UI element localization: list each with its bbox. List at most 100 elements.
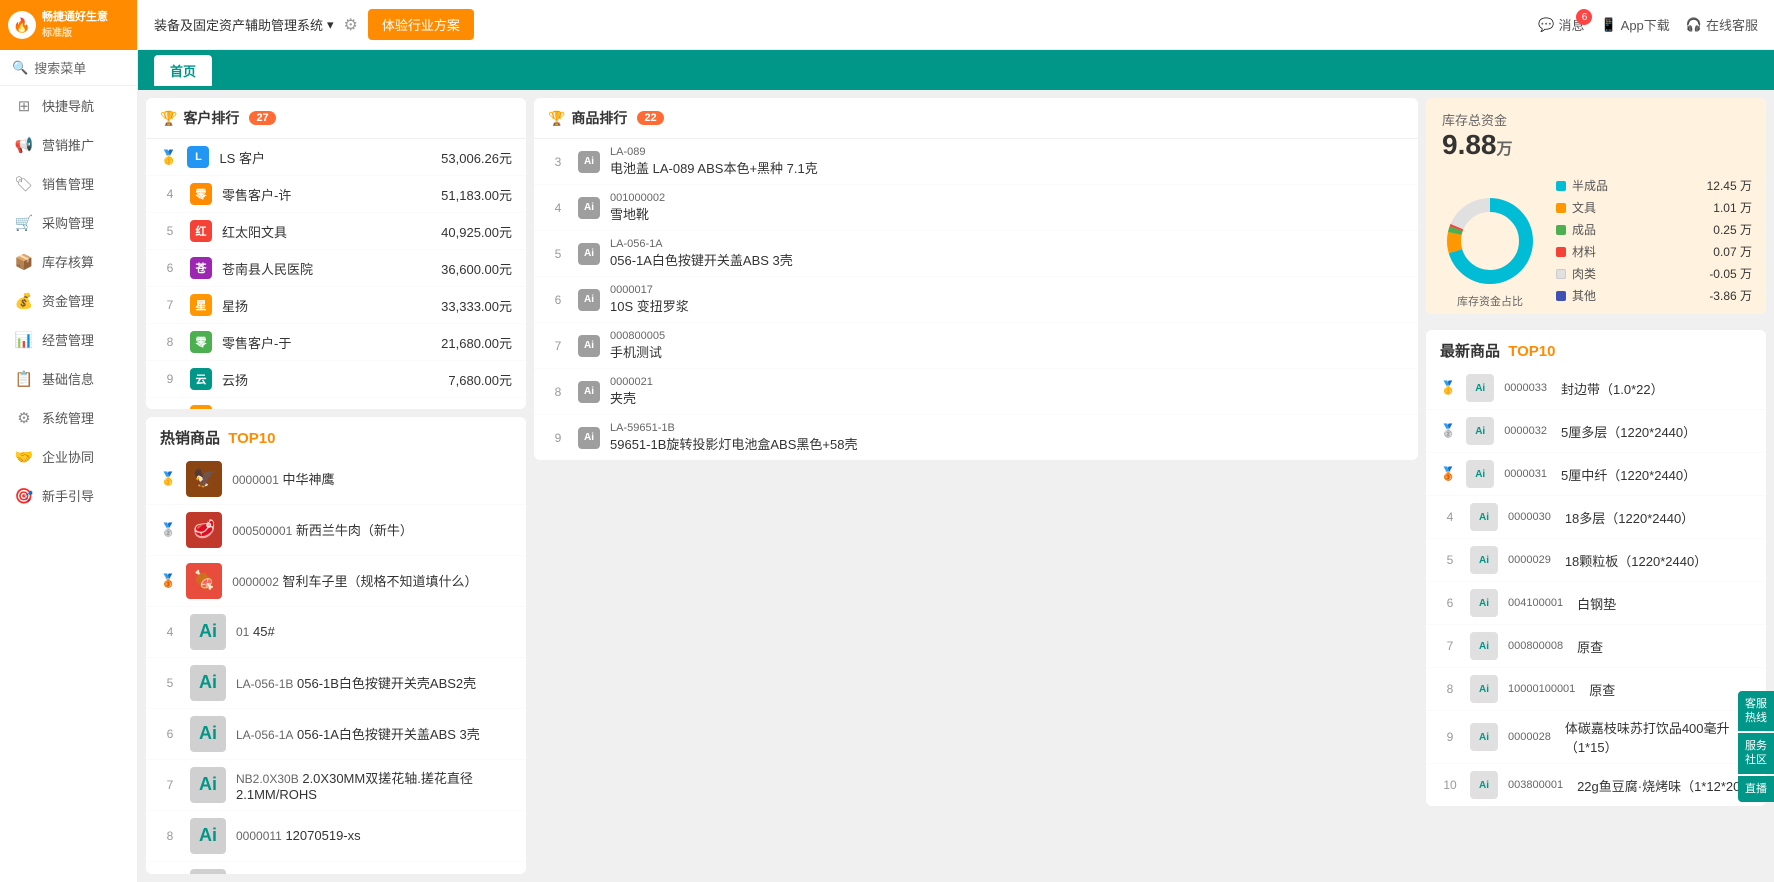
messages-btn[interactable]: 💬 消息 6 xyxy=(1538,15,1584,34)
new-thumb-2: Ai xyxy=(1466,417,1494,445)
hot-product-name-2: 新西兰牛肉（新牛） xyxy=(296,523,413,538)
new-name-3: 5厘中纤（1220*2440） xyxy=(1561,465,1752,484)
tab-home[interactable]: 首页 xyxy=(154,55,212,86)
new-product-row-7: 7 Ai 000800008 原查 xyxy=(1426,625,1766,668)
customer-row-4: 4 零 零售客户-许 51,183.00元 xyxy=(146,176,526,213)
product-row-5: 5 Ai LA-056-1A 056-1A白色按键开关盖ABS 3壳 xyxy=(534,231,1418,277)
new-thumb-9: Ai xyxy=(1470,723,1498,751)
hot-product-thumb-2: 🥩 xyxy=(186,512,222,548)
legend-name-1: 文具 xyxy=(1572,199,1707,216)
customer-ranking-card: 🏆 客户排行 27 🥇 L LS 客户 53,006.26元 4 xyxy=(146,98,526,409)
new-trophy-2: 🥈 xyxy=(1440,423,1456,439)
new-name-9: 体碳嘉枝味苏打饮品400毫升（1*15） xyxy=(1565,718,1752,756)
legend-dot-5 xyxy=(1556,291,1566,301)
sidebar-item-shortcuts[interactable]: ⊞ 快捷导航 xyxy=(0,86,137,125)
hot-product-row-4: 4 Ai 01 45# xyxy=(146,607,526,658)
customer-amount-1: 53,006.26元 xyxy=(441,148,512,167)
new-code-7: 000800008 xyxy=(1508,640,1563,652)
prod-name-7: 手机测试 xyxy=(610,342,1404,361)
hot-trophy-3: 🥉 xyxy=(160,573,176,589)
basics-label: 基础信息 xyxy=(42,369,94,388)
sidebar-item-marketing[interactable]: 📢 营销推广 xyxy=(0,125,137,164)
header: 装备及固定资产辅助管理系统 ▾ ⚙ 体验行业方案 💬 消息 6 📱 App下载 … xyxy=(138,0,1774,50)
legend-item-0: 半成品 12.45 万 xyxy=(1556,177,1752,194)
new-product-row-6: 6 Ai 004100001 白钢垫 xyxy=(1426,582,1766,625)
message-icon: 💬 xyxy=(1538,17,1554,33)
cs-hotline-btn[interactable]: 客服热线 xyxy=(1738,691,1774,732)
customer-badge-1: L xyxy=(187,146,209,168)
legend-val-3: 0.07 万 xyxy=(1713,243,1752,260)
hot-product-info-3: 0000002 智利车子里（规格不知道填什么） xyxy=(232,571,512,590)
sidebar-item-purchase[interactable]: 🛒 采购管理 xyxy=(0,203,137,242)
prod-code-5: LA-056-1A xyxy=(610,238,1404,250)
hot-product-code-7: NB2.0X30B xyxy=(236,772,299,786)
trial-button[interactable]: 体验行业方案 xyxy=(368,9,474,40)
settings-icon[interactable]: ⚙ xyxy=(344,15,358,35)
donut-chart: 库存资金占比 xyxy=(1440,191,1540,291)
cs-live-btn[interactable]: 直播 xyxy=(1738,776,1774,802)
customer-amount-8: 21,680.00元 xyxy=(441,333,512,352)
operations-icon: 📊 xyxy=(14,331,34,349)
new-product-row-3: 🥉 Ai 0000031 5厘中纤（1220*2440） xyxy=(1426,453,1766,496)
customer-ranking-header: 🏆 客户排行 27 xyxy=(146,98,526,139)
hot-products-top-label: TOP10 xyxy=(228,430,275,447)
hot-product-row-1: 🥇 🦅 0000001 中华神鹰 xyxy=(146,454,526,505)
headset-icon: 🎧 xyxy=(1686,17,1702,33)
app-download-btn[interactable]: 📱 App下载 xyxy=(1600,15,1669,34)
system-name-dropdown[interactable]: 装备及固定资产辅助管理系统 ▾ xyxy=(154,15,334,34)
hot-product-name-4: 45# xyxy=(253,624,275,639)
sidebar-item-collab[interactable]: 🤝 企业协同 xyxy=(0,437,137,476)
new-trophy-1: 🥇 xyxy=(1440,380,1456,396)
sales-label: 销售管理 xyxy=(42,174,94,193)
product-ranking-title: 商品排行 xyxy=(571,108,627,128)
customer-badge-5: 红 xyxy=(190,220,212,242)
product-ranking-header: 🏆 商品排行 22 xyxy=(534,98,1418,139)
new-products-top-label: TOP10 xyxy=(1508,343,1555,360)
collab-icon: 🤝 xyxy=(14,448,34,466)
rank-num-4: 4 xyxy=(160,187,180,201)
sidebar-item-finance[interactable]: 💰 资金管理 xyxy=(0,281,137,320)
sidebar-item-basics[interactable]: 📋 基础信息 xyxy=(0,359,137,398)
hot-products-card: 热销商品 TOP10 🥇 🦅 0000001 中华神鹰 xyxy=(146,417,526,874)
customer-row-1: 🥇 L LS 客户 53,006.26元 xyxy=(146,139,526,176)
new-rank-4: 4 xyxy=(1440,510,1460,524)
prod-name-3: 电池盖 LA-089 ABS本色+黑种 7.1克 xyxy=(610,158,1404,177)
legend-name-5: 其他 xyxy=(1572,287,1703,304)
sidebar-item-operations[interactable]: 📊 经营管理 xyxy=(0,320,137,359)
sidebar-item-newuser[interactable]: 🎯 新手引导 xyxy=(0,476,137,515)
customer-row-5: 5 红 红太阳文具 40,925.00元 xyxy=(146,213,526,250)
sidebar-search[interactable]: 🔍 搜索菜单 xyxy=(0,50,137,86)
customer-badge-6: 苍 xyxy=(190,257,212,279)
messages-badge: 6 xyxy=(1576,9,1592,25)
hot-product-row-3: 🥉 🍖 0000002 智利车子里（规格不知道填什么） xyxy=(146,556,526,607)
finance-label: 资金管理 xyxy=(42,291,94,310)
customer-badge-4: 零 xyxy=(190,183,212,205)
new-product-row-1: 🥇 Ai 0000033 封边带（1.0*22） xyxy=(1426,367,1766,410)
stock-card: 库存总资金 9.88万 xyxy=(1426,98,1766,314)
online-service-btn[interactable]: 🎧 在线客服 xyxy=(1686,15,1758,34)
system-name-label: 装备及固定资产辅助管理系统 xyxy=(154,15,323,34)
product-row-8: 8 Ai 0000021 夹壳 xyxy=(534,369,1418,415)
rank-num-7: 7 xyxy=(160,298,180,312)
sidebar-item-inventory[interactable]: 📦 库存核算 xyxy=(0,242,137,281)
new-rank-9: 9 xyxy=(1440,730,1460,744)
sidebar-item-system[interactable]: ⚙ 系统管理 xyxy=(0,398,137,437)
sidebar-item-sales[interactable]: 🏷 销售管理 xyxy=(0,164,137,203)
customer-name-6: 苍南县人民医院 xyxy=(222,259,431,278)
cs-community-btn[interactable]: 服务社区 xyxy=(1738,733,1774,774)
collab-label: 企业协同 xyxy=(42,447,94,466)
stock-amount-value: 9.88 xyxy=(1442,129,1497,160)
new-code-6: 004100001 xyxy=(1508,597,1563,609)
prod-code-3: LA-089 xyxy=(610,146,1404,158)
app-download-label: App下载 xyxy=(1621,15,1670,34)
hot-product-row-8: 8 Ai 0000011 12070519-xs xyxy=(146,811,526,862)
legend-item-1: 文具 1.01 万 xyxy=(1556,199,1752,216)
new-thumb-8: Ai xyxy=(1470,675,1498,703)
tab-home-label: 首页 xyxy=(170,64,196,79)
hot-product-row-9: 9 Ai KK-SD22110H 花语萌恒温分罐罐袋（厚款） xyxy=(146,862,526,874)
inventory-icon: 📦 xyxy=(14,253,34,271)
customer-amount-6: 36,600.00元 xyxy=(441,259,512,278)
hot-rank-8: 8 xyxy=(160,829,180,843)
customer-ranking-table: 🥇 L LS 客户 53,006.26元 4 零 零售客户-许 51,183.0… xyxy=(146,139,526,409)
hot-product-row-7: 7 Ai NB2.0X30B 2.0X30MM双搓花轴.搓花直径2.1MM/RO… xyxy=(146,760,526,811)
